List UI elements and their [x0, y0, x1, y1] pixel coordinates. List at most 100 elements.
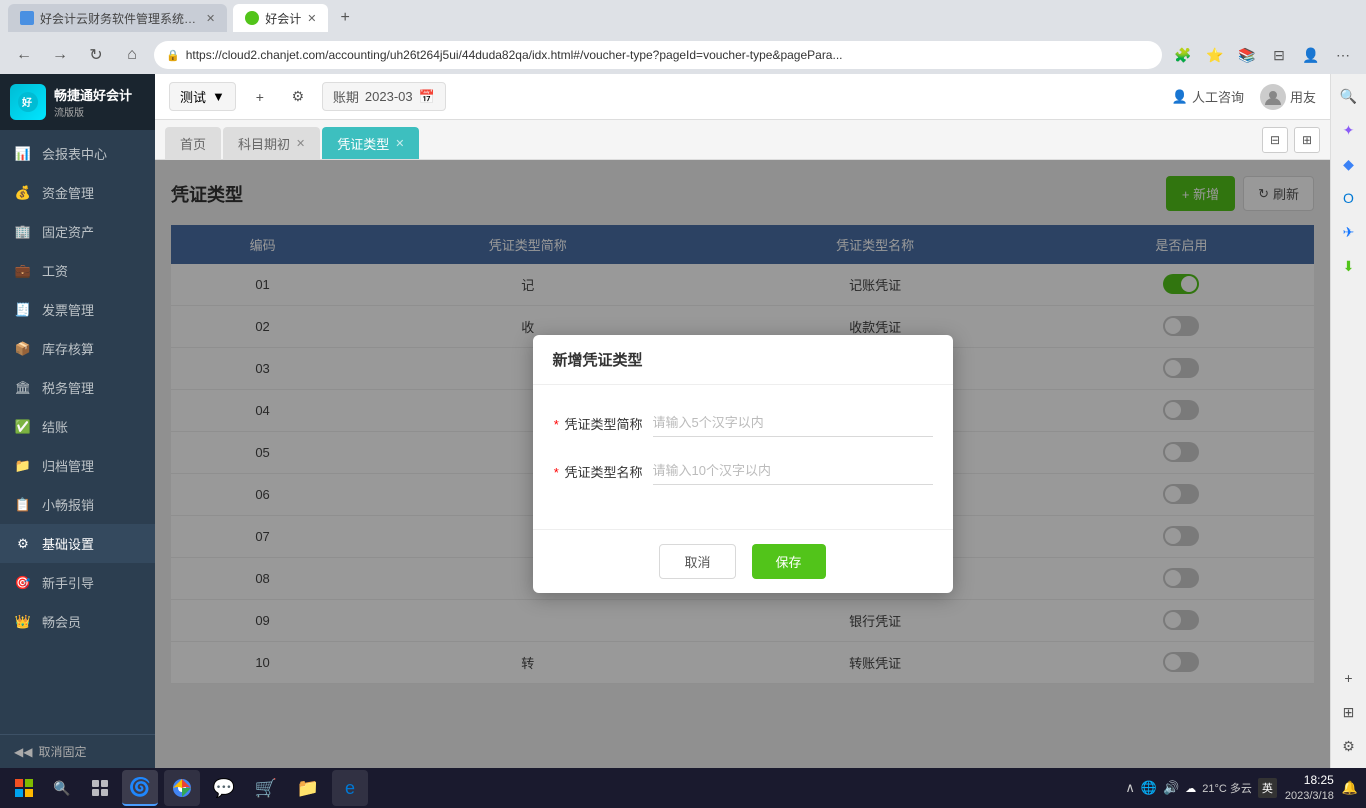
- tab-voucher-close-icon[interactable]: ✕: [395, 137, 404, 150]
- start-button[interactable]: [8, 772, 40, 804]
- home-button[interactable]: ⌂: [118, 41, 146, 69]
- add-workspace-button[interactable]: +: [246, 83, 274, 111]
- tray-network-icon[interactable]: 🌐: [1141, 780, 1157, 796]
- dialog-footer: 取消 保存: [533, 529, 953, 593]
- taskbar-files[interactable]: 📁: [290, 770, 326, 806]
- sidebar-item-archive[interactable]: 📁 归档管理: [0, 446, 155, 485]
- assets-icon: 💰: [14, 184, 32, 202]
- tab-home[interactable]: 首页: [165, 127, 221, 159]
- taskbar-chrome[interactable]: [164, 770, 200, 806]
- new-tab-button[interactable]: +: [334, 9, 355, 27]
- sidebar-item-invoice[interactable]: 🧾 发票管理: [0, 290, 155, 329]
- weather-text: 21°C 多云: [1202, 780, 1252, 796]
- user-button[interactable]: 用友: [1260, 84, 1316, 110]
- taskbar-wechat[interactable]: 💬: [206, 770, 242, 806]
- dialog: 新增凭证类型 * 凭证类型简称 * 凭证类型名称: [533, 335, 953, 593]
- sidebar-item-close[interactable]: ✅ 结账: [0, 407, 155, 446]
- sidebar: 好 畅捷通好会计 流版版 📊 会报表中心 💰 资金管理 🏢 固定资产: [0, 74, 155, 768]
- taskbar-multitasking[interactable]: [84, 772, 116, 804]
- profile-icon[interactable]: 👤: [1298, 42, 1324, 68]
- taskbar-search-button[interactable]: 🔍: [46, 772, 78, 804]
- notification-icon[interactable]: 🔔: [1342, 780, 1358, 796]
- short-name-label: * 凭证类型简称: [553, 414, 653, 433]
- tab-voucher-type[interactable]: 凭证类型 ✕: [322, 127, 419, 159]
- sidebar-item-assets[interactable]: 💰 资金管理: [0, 173, 155, 212]
- ai-icon[interactable]: ✦: [1335, 116, 1363, 144]
- logo-icon: 好: [10, 84, 46, 120]
- sidebar-item-expense[interactable]: 📋 小畅报销: [0, 485, 155, 524]
- sidebar-item-member[interactable]: 👑 畅会员: [0, 602, 155, 641]
- tab-subjects[interactable]: 科目期初 ✕: [223, 127, 320, 159]
- calendar-icon: 📅: [419, 89, 435, 105]
- search-right-icon[interactable]: 🔍: [1335, 82, 1363, 110]
- inventory-icon: 📦: [14, 340, 32, 358]
- tab2-favicon: [245, 11, 259, 25]
- sidebar-item-fixed[interactable]: 🏢 固定资产: [0, 212, 155, 251]
- salary-label: 工资: [42, 261, 68, 280]
- settings-icon: ⚙: [14, 535, 32, 553]
- user-label: 用友: [1290, 87, 1316, 106]
- tray-language-icon[interactable]: 英: [1258, 778, 1277, 798]
- add-right-icon[interactable]: +: [1335, 664, 1363, 692]
- tab1-close-icon[interactable]: ✕: [206, 12, 215, 25]
- sidebar-item-tax[interactable]: 🏛 税务管理: [0, 368, 155, 407]
- split-icon[interactable]: ⊟: [1266, 42, 1292, 68]
- dialog-header: 新增凭证类型: [533, 335, 953, 385]
- tax-icon: 🏛: [14, 379, 32, 397]
- short-name-input[interactable]: [653, 409, 933, 437]
- taskbar-edge[interactable]: 🌀: [122, 770, 158, 806]
- tab2-close-icon[interactable]: ✕: [307, 12, 316, 25]
- extensions-icon[interactable]: 🧩: [1170, 42, 1196, 68]
- required-icon-2: *: [554, 465, 559, 480]
- tray-time[interactable]: 18:25 2023/3/18: [1285, 772, 1334, 804]
- tab-subjects-close-icon[interactable]: ✕: [296, 137, 305, 150]
- star-icon[interactable]: ⭐: [1202, 42, 1228, 68]
- time-display: 18:25: [1285, 772, 1334, 789]
- minimize-icon[interactable]: ⊟: [1262, 127, 1288, 153]
- unpin-button[interactable]: ◀◀ 取消固定: [14, 743, 141, 760]
- tray-volume-icon[interactable]: 🔊: [1163, 780, 1179, 796]
- feishu-icon[interactable]: ✈: [1335, 218, 1363, 246]
- sidebar-item-reports[interactable]: 📊 会报表中心: [0, 134, 155, 173]
- tray-expand-icon[interactable]: ∧: [1125, 780, 1135, 796]
- sidebar-item-guide[interactable]: 🎯 新手引导: [0, 563, 155, 602]
- refresh-button[interactable]: ↻: [82, 41, 110, 69]
- tab1-favicon: [20, 11, 34, 25]
- salary-icon: 💼: [14, 262, 32, 280]
- more-icon[interactable]: ⋯: [1330, 42, 1356, 68]
- invoice-label: 发票管理: [42, 300, 94, 319]
- sidebar-item-settings[interactable]: ⚙ 基础设置: [0, 524, 155, 563]
- workspace-selector[interactable]: 测试 ▼: [169, 82, 236, 111]
- tab2-label: 好会计: [265, 10, 301, 27]
- taskbar-store[interactable]: 🛒: [248, 770, 284, 806]
- green-download-icon[interactable]: ⬇: [1335, 252, 1363, 280]
- maximize-icon[interactable]: ⊞: [1294, 127, 1320, 153]
- save-button[interactable]: 保存: [752, 544, 826, 579]
- inventory-label: 库存核算: [42, 339, 94, 358]
- browser-tab-2[interactable]: 好会计 ✕: [233, 4, 328, 32]
- taskbar-tray: ∧ 🌐 🔊 ☁ 21°C 多云 英 18:25 2023/3/18 🔔: [1125, 772, 1358, 804]
- service-button[interactable]: 👤 人工咨询: [1172, 87, 1244, 106]
- outlook-icon[interactable]: O: [1335, 184, 1363, 212]
- gear-right-icon[interactable]: ⚙: [1335, 732, 1363, 760]
- expense-icon: 📋: [14, 496, 32, 514]
- unpin-icon: ◀◀: [14, 745, 32, 759]
- blue-icon[interactable]: ◆: [1335, 150, 1363, 178]
- back-button[interactable]: ←: [10, 41, 38, 69]
- taskbar-edge2[interactable]: e: [332, 770, 368, 806]
- sidebar-item-inventory[interactable]: 📦 库存核算: [0, 329, 155, 368]
- address-bar[interactable]: 🔒 https://cloud2.chanjet.com/accounting/…: [154, 41, 1162, 69]
- sidebar-item-salary[interactable]: 💼 工资: [0, 251, 155, 290]
- full-name-input[interactable]: [653, 457, 933, 485]
- collection-icon[interactable]: 📚: [1234, 42, 1260, 68]
- unpin-label: 取消固定: [38, 743, 86, 760]
- browser-tab-1[interactable]: 好会计云财务软件管理系统_会计 ✕: [8, 4, 227, 32]
- topbar: 测试 ▼ + ⚙ 账期 2023-03 📅 👤 人工咨询 用友: [155, 74, 1330, 120]
- lock-icon: 🔒: [166, 49, 180, 62]
- grid-icon[interactable]: ⊞: [1335, 698, 1363, 726]
- tab-subjects-label: 科目期初: [238, 134, 290, 153]
- forward-button[interactable]: →: [46, 41, 74, 69]
- settings-gear-button[interactable]: ⚙: [284, 83, 312, 111]
- windows-taskbar: 🔍 🌀 💬 🛒 📁 e ∧ 🌐 🔊: [0, 768, 1366, 808]
- cancel-button[interactable]: 取消: [659, 544, 735, 579]
